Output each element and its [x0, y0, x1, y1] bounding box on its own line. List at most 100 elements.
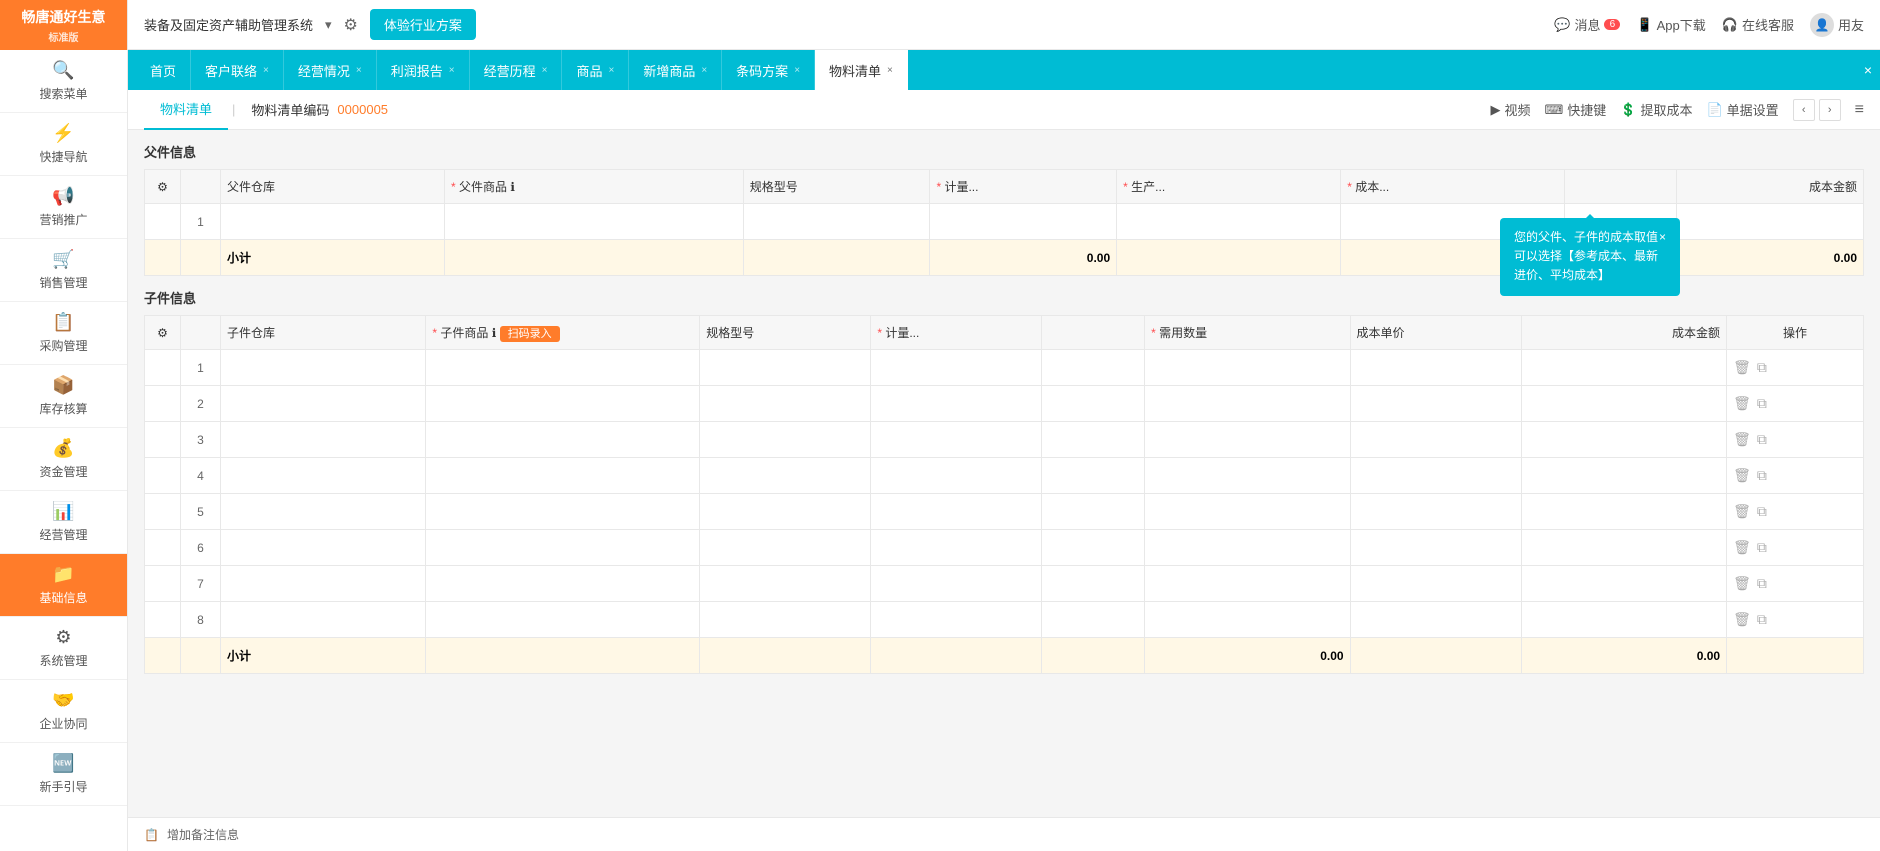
child-row2-spec[interactable]	[700, 386, 871, 422]
shortcut-button[interactable]: ⌨ 快捷键	[1544, 100, 1606, 119]
sidebar-item-finance[interactable]: 💰 资金管理	[0, 428, 127, 491]
delete-icon[interactable]: 🗑	[1733, 359, 1751, 376]
child-row6-qty[interactable]	[1145, 530, 1350, 566]
copy-icon[interactable]: ⧉	[1757, 395, 1767, 412]
child-row8-qty[interactable]	[1145, 602, 1350, 638]
child-row5-warehouse[interactable]	[221, 494, 426, 530]
sidebar-item-marketing[interactable]: 📢 营销推广	[0, 176, 127, 239]
child-row7-warehouse[interactable]	[221, 566, 426, 602]
child-row4-warehouse[interactable]	[221, 458, 426, 494]
sidebar-item-search[interactable]: 🔍 搜索菜单	[0, 50, 127, 113]
child-row6-unit[interactable]	[871, 530, 1042, 566]
child-row2-product[interactable]	[426, 386, 700, 422]
delete-icon[interactable]: 🗑	[1733, 395, 1751, 412]
tab-customer-close[interactable]: ×	[263, 65, 269, 76]
child-row3-product[interactable]	[426, 422, 700, 458]
parent-row-warehouse-1[interactable]	[221, 204, 445, 240]
child-row6-warehouse[interactable]	[221, 530, 426, 566]
tab-profit[interactable]: 利润报告 ×	[377, 50, 470, 90]
child-row7-spec[interactable]	[700, 566, 871, 602]
child-row7-cost-price[interactable]	[1350, 566, 1521, 602]
settings-gear-icon[interactable]: ⚙	[344, 15, 358, 35]
tab-goods[interactable]: 商品 ×	[562, 50, 629, 90]
copy-icon[interactable]: ⧉	[1757, 503, 1767, 520]
parent-row-product-1[interactable]	[445, 204, 744, 240]
child-row4-qty[interactable]	[1145, 458, 1350, 494]
tooltip-close-button[interactable]: ×	[1659, 228, 1666, 247]
delete-icon[interactable]: 🗑	[1733, 575, 1751, 592]
delete-icon[interactable]: 🗑	[1733, 467, 1751, 484]
child-row5-qty[interactable]	[1145, 494, 1350, 530]
child-row3-warehouse[interactable]	[221, 422, 426, 458]
app-download-button[interactable]: 📱 App下载	[1636, 15, 1705, 34]
parent-row-unit-1[interactable]	[930, 204, 1117, 240]
child-row4-product[interactable]	[426, 458, 700, 494]
sidebar-item-system[interactable]: ⚙ 系统管理	[0, 617, 127, 680]
child-row7-unit[interactable]	[871, 566, 1042, 602]
delete-icon[interactable]: 🗑	[1733, 503, 1751, 520]
copy-icon[interactable]: ⧉	[1757, 539, 1767, 556]
tab-operation-status-close[interactable]: ×	[356, 65, 362, 76]
child-row5-product[interactable]	[426, 494, 700, 530]
child-row8-warehouse[interactable]	[221, 602, 426, 638]
child-row3-spec[interactable]	[700, 422, 871, 458]
sidebar-item-inventory[interactable]: 📦 库存核算	[0, 365, 127, 428]
tab-profit-close[interactable]: ×	[449, 65, 455, 76]
user-button[interactable]: 👤 用友	[1810, 13, 1864, 37]
parent-col-gear[interactable]: ⚙	[145, 170, 181, 204]
tab-new-goods[interactable]: 新增商品 ×	[629, 50, 722, 90]
tab-new-goods-close[interactable]: ×	[701, 65, 707, 76]
child-row2-cost-price[interactable]	[1350, 386, 1521, 422]
copy-icon[interactable]: ⧉	[1757, 467, 1767, 484]
tab-barcode[interactable]: 条码方案 ×	[722, 50, 815, 90]
tab-barcode-close[interactable]: ×	[794, 65, 800, 76]
message-button[interactable]: 💬 消息 6	[1554, 15, 1620, 34]
view-toggle-button[interactable]: ≡	[1855, 101, 1864, 119]
sidebar-item-sales[interactable]: 🛒 销售管理	[0, 239, 127, 302]
extract-cost-button[interactable]: 💲 提取成本	[1620, 100, 1692, 119]
child-row3-cost-price[interactable]	[1350, 422, 1521, 458]
child-row3-qty[interactable]	[1145, 422, 1350, 458]
sub-tab-bom-list[interactable]: 物料清单	[144, 90, 228, 130]
sidebar-item-quick-nav[interactable]: ⚡ 快捷导航	[0, 113, 127, 176]
child-row4-cost-price[interactable]	[1350, 458, 1521, 494]
child-row3-unit[interactable]	[871, 422, 1042, 458]
child-row6-product[interactable]	[426, 530, 700, 566]
child-row4-unit[interactable]	[871, 458, 1042, 494]
tab-customer[interactable]: 客户联络 ×	[191, 50, 284, 90]
video-button[interactable]: ▶ 视频	[1490, 100, 1530, 119]
child-row8-spec[interactable]	[700, 602, 871, 638]
tab-goods-close[interactable]: ×	[608, 65, 614, 76]
child-row5-cost-price[interactable]	[1350, 494, 1521, 530]
child-row1-spec[interactable]	[700, 350, 871, 386]
child-row1-qty[interactable]	[1145, 350, 1350, 386]
dropdown-icon[interactable]: ▾	[325, 17, 332, 33]
tab-operation-status[interactable]: 经营情况 ×	[284, 50, 377, 90]
sidebar-item-enterprise[interactable]: 🤝 企业协同	[0, 680, 127, 743]
experience-button[interactable]: 体验行业方案	[370, 9, 476, 40]
child-row5-spec[interactable]	[700, 494, 871, 530]
tab-history[interactable]: 经营历程 ×	[470, 50, 563, 90]
scan-input-button[interactable]: 扫码录入	[500, 326, 560, 342]
child-row6-spec[interactable]	[700, 530, 871, 566]
child-row1-warehouse[interactable]	[221, 350, 426, 386]
tab-history-close[interactable]: ×	[542, 65, 548, 76]
sidebar-item-operation[interactable]: 📊 经营管理	[0, 491, 127, 554]
nav-prev-button[interactable]: ‹	[1793, 99, 1815, 121]
delete-icon[interactable]: 🗑	[1733, 539, 1751, 556]
single-settings-button[interactable]: 📄 单据设置	[1706, 100, 1778, 119]
parent-row-spec-1[interactable]	[743, 204, 930, 240]
child-row1-product[interactable]	[426, 350, 700, 386]
child-row7-qty[interactable]	[1145, 566, 1350, 602]
tab-bom-close[interactable]: ×	[887, 65, 893, 76]
child-col-gear[interactable]: ⚙	[145, 316, 181, 350]
child-row2-qty[interactable]	[1145, 386, 1350, 422]
child-row6-cost-price[interactable]	[1350, 530, 1521, 566]
copy-icon[interactable]: ⧉	[1757, 611, 1767, 628]
child-row2-warehouse[interactable]	[221, 386, 426, 422]
copy-icon[interactable]: ⧉	[1757, 359, 1767, 376]
delete-icon[interactable]: 🗑	[1733, 611, 1751, 628]
parent-row-produce-1[interactable]	[1117, 204, 1341, 240]
child-row5-unit[interactable]	[871, 494, 1042, 530]
nav-close-all[interactable]: ×	[1864, 62, 1872, 78]
